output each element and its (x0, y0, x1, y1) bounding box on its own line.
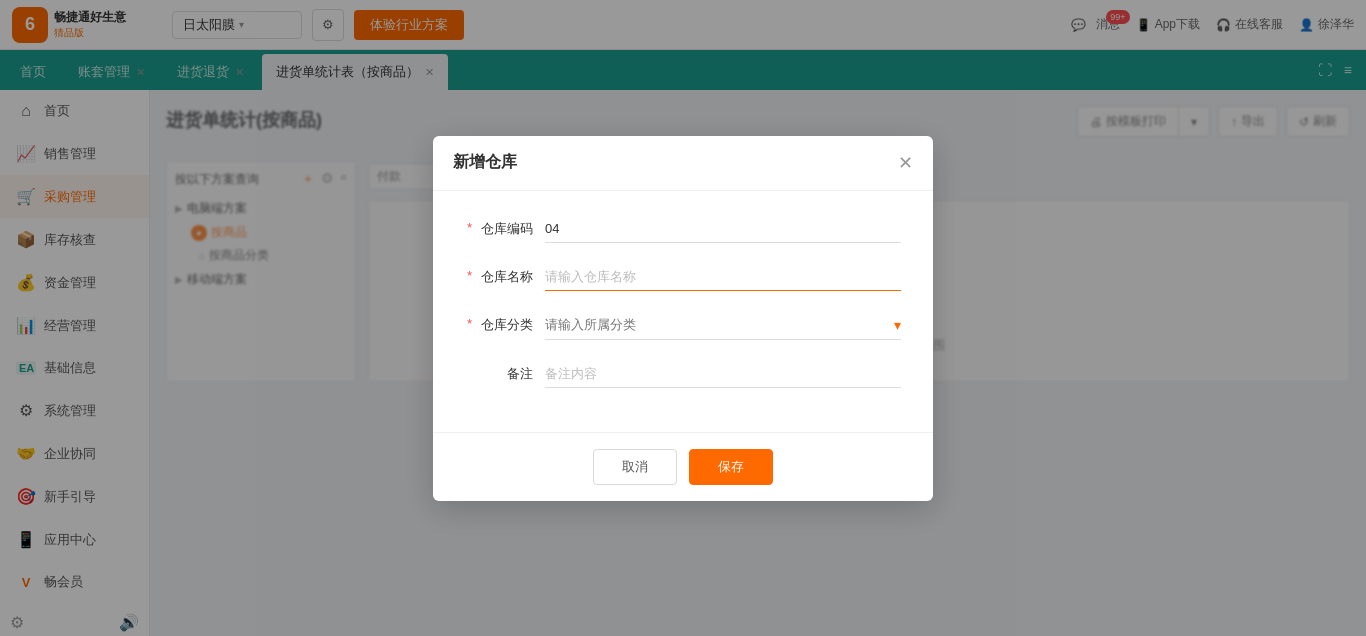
remark-input[interactable] (545, 360, 901, 388)
modal-overlay: 新增仓库 ✕ 仓库编码 仓库名称 仓库分类 ▾ (0, 0, 1366, 636)
save-button[interactable]: 保存 (689, 449, 773, 485)
category-input[interactable] (545, 317, 894, 332)
form-row-name: 仓库名称 (465, 263, 901, 291)
category-select[interactable]: ▾ (545, 311, 901, 340)
name-input[interactable] (545, 263, 901, 291)
form-row-remark: 备注 (465, 360, 901, 388)
add-warehouse-modal: 新增仓库 ✕ 仓库编码 仓库名称 仓库分类 ▾ (433, 136, 933, 501)
modal-footer: 取消 保存 (433, 432, 933, 501)
code-label: 仓库编码 (465, 220, 545, 238)
form-row-code: 仓库编码 (465, 215, 901, 243)
remark-label: 备注 (465, 365, 545, 383)
modal-title: 新增仓库 (453, 152, 517, 173)
modal-header: 新增仓库 ✕ (433, 136, 933, 191)
modal-body: 仓库编码 仓库名称 仓库分类 ▾ 备注 (433, 191, 933, 432)
modal-close-button[interactable]: ✕ (898, 152, 913, 174)
cancel-button[interactable]: 取消 (593, 449, 677, 485)
category-label: 仓库分类 (465, 316, 545, 334)
category-dropdown-icon: ▾ (894, 317, 901, 333)
form-row-category: 仓库分类 ▾ (465, 311, 901, 340)
code-input[interactable] (545, 215, 901, 243)
name-label: 仓库名称 (465, 268, 545, 286)
